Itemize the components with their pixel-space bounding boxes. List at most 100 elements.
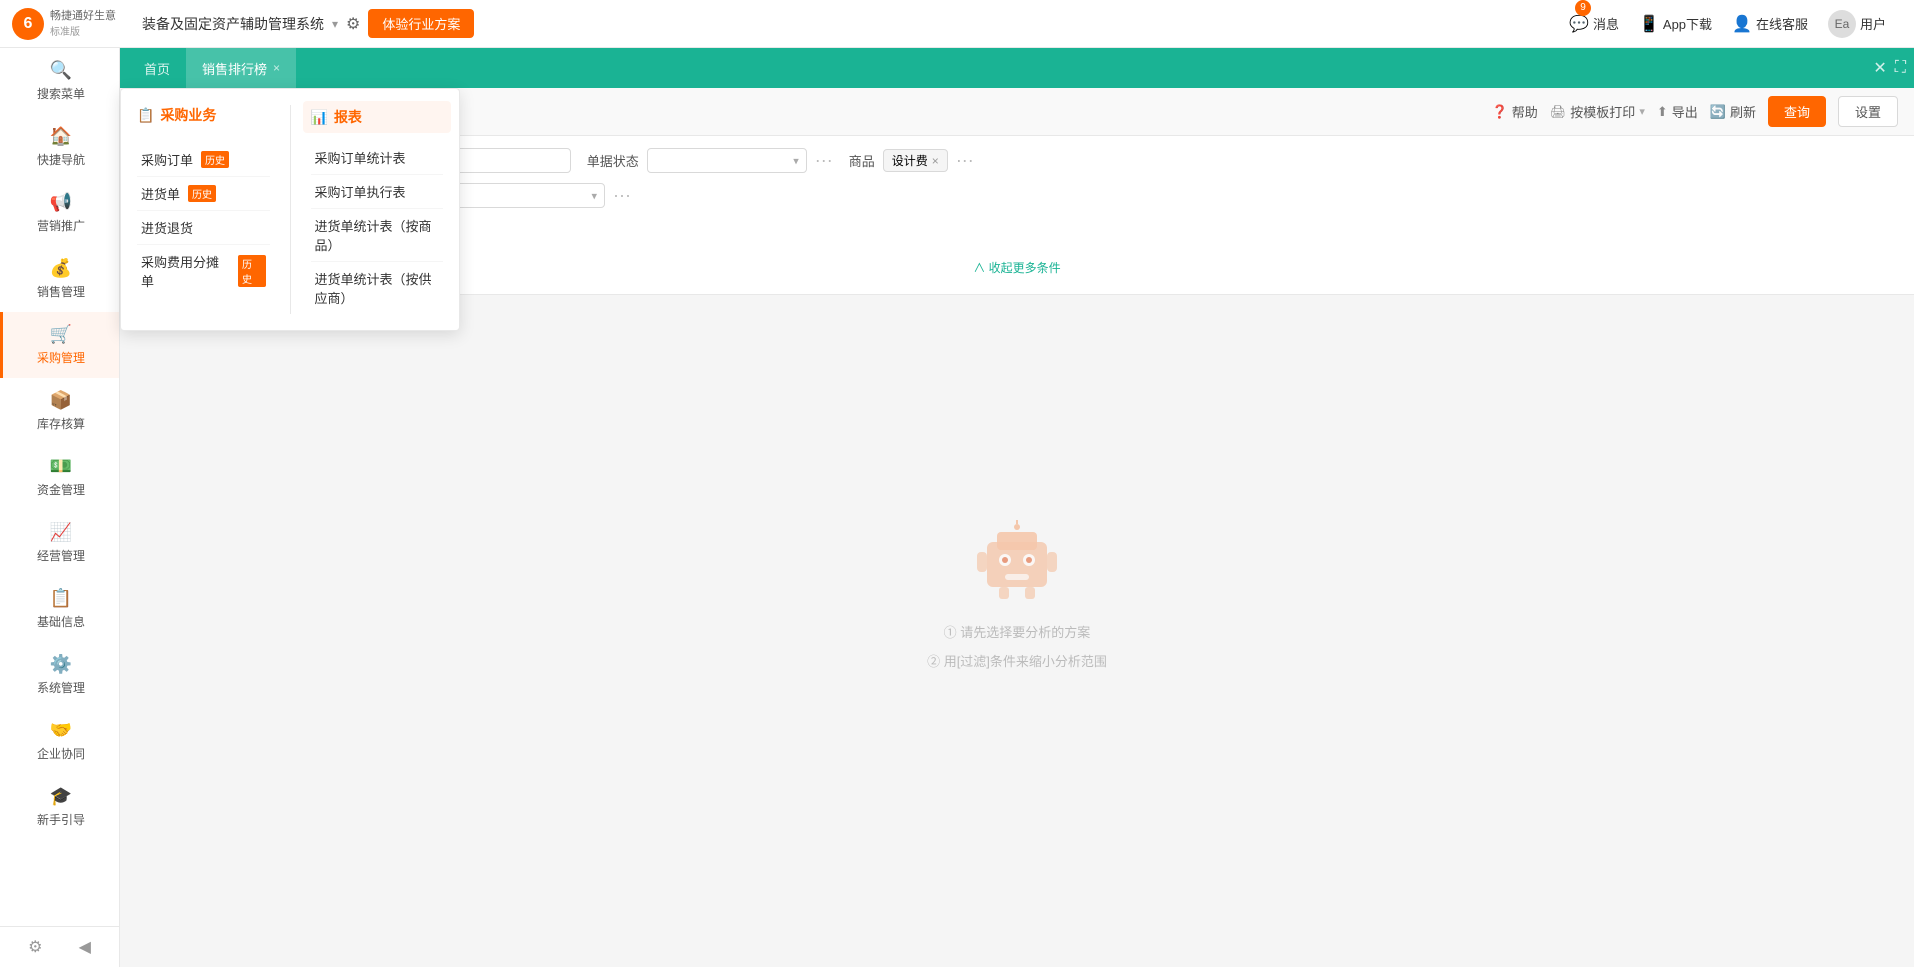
help-btn[interactable]: ❓ 帮助 [1492,102,1538,121]
status-select[interactable] [647,148,807,173]
goods-tag: 设计费 × [883,149,948,172]
tab-bar-right: ✕ ⛶ [1873,58,1906,78]
sidebar-item-finance[interactable]: 💵 资金管理 [0,444,119,510]
status-select-wrapper [647,148,807,173]
empty-state: ① 请先选择要分析的方案 ② 用[过滤]条件来缩小分析范围 [120,295,1914,967]
inventory-icon: 📦 [50,390,72,411]
history-badge-po: 历史 [201,151,229,168]
logo-text-block: 畅捷通好生意 标准版 [50,9,116,38]
dropdown-item-po[interactable]: 采购订单 历史 [137,143,270,177]
collapse-sidebar-btn[interactable]: ◀ [79,937,91,957]
print-dropdown-icon[interactable]: ▾ [1639,105,1645,118]
purchase-col-title: 📋 采购业务 [137,105,270,131]
industry-btn[interactable]: 体验行业方案 [368,9,474,38]
refresh-btn[interactable]: 🔄 刷新 [1710,102,1756,121]
status-label: 单据状态 [587,151,639,170]
topbar: 6 畅捷通好生意 标准版 装备及固定资产辅助管理系统 ▾ ⚙ 体验行业方案 💬 … [0,0,1914,48]
purchase-icon: 🛒 [50,324,72,345]
sidebar-item-marketing[interactable]: 📢 营销推广 [0,180,119,246]
sidebar-label-sales: 销售管理 [37,283,85,300]
dropdown-item-po-stat[interactable]: 采购订单统计表 [311,141,444,175]
tab-close-icon[interactable]: × [273,61,280,75]
app-download-action[interactable]: 📱 App下载 [1639,14,1712,34]
sidebar-label-purchase: 采购管理 [37,349,85,366]
service-action[interactable]: 👤 在线客服 [1732,14,1808,34]
sidebar-label-marketing: 营销推广 [37,217,85,234]
message-icon: 💬 [1569,14,1589,34]
filter-status-item: 单据状态 ··· [587,148,833,173]
service-label: 在线客服 [1756,14,1808,33]
tab-home-label: 首页 [144,59,170,78]
user-label: 用户 [1860,14,1886,33]
sidebar-item-system[interactable]: ⚙️ 系统管理 [0,642,119,708]
logo-badge: 标准版 [50,23,116,38]
print-label: 按模板打印 [1570,102,1635,121]
service-icon: 👤 [1732,14,1752,34]
sidebar-item-search[interactable]: 🔍 搜索菜单 [0,48,119,114]
sidebar-label-search: 搜索菜单 [37,85,85,102]
filter-goods-item: 商品 设计费 × ··· [849,149,974,172]
goods-tag-close[interactable]: × [932,154,939,168]
sidebar-item-inventory[interactable]: 📦 库存核算 [0,378,119,444]
sidebar-item-collab[interactable]: 🤝 企业协同 [0,708,119,774]
empty-icon [967,512,1067,612]
message-label: 消息 [1593,14,1619,33]
tab-bar: 首页 销售排行榜 × 📋 采购业务 采购订单 历史 [120,48,1914,88]
sidebar-item-nav[interactable]: 🏠 快捷导航 [0,114,119,180]
dropdown-item-receipt-stat[interactable]: 进货单统计表（按商品） [311,209,444,262]
dropdown-item-po-exec[interactable]: 采购订单执行表 [311,175,444,209]
settings-bottom-btn[interactable]: ⚙ [28,937,42,957]
main-layout: 🔍 搜索菜单 🏠 快捷导航 📢 营销推广 💰 销售管理 🛒 采购管理 📦 库存核… [0,48,1914,967]
goods-tag-text: 设计费 [892,152,928,169]
dropdown-item-cost[interactable]: 采购费用分摊单 历史 [137,245,270,297]
sidebar-label-guide: 新手引导 [37,811,85,828]
export-btn[interactable]: ⬆ 导出 [1657,102,1698,121]
empty-tip1: ① 请先选择要分析的方案 [944,622,1091,641]
help-label: 帮助 [1512,102,1538,121]
purchase-col: 📋 采购业务 采购订单 历史 进货单 历史 进货退货 [137,105,270,314]
sidebar-item-operation[interactable]: 📈 经营管理 [0,510,119,576]
print-btn[interactable]: 🖨 按模板打印 ▾ [1550,102,1645,121]
tab-home[interactable]: 首页 [128,48,186,88]
dropdown-item-cost-label: 采购费用分摊单 [141,252,230,290]
tip1-bullet: ① [944,625,961,640]
message-action[interactable]: 💬 消息 9 [1569,14,1619,34]
marketing-icon: 📢 [50,192,72,213]
setting-btn[interactable]: 设置 [1838,96,1898,127]
user-avatar: Ea [1828,10,1856,38]
sidebar-item-purchase[interactable]: 🛒 采购管理 [0,312,119,378]
export-icon: ⬆ [1657,104,1668,120]
tab-sales-rank[interactable]: 销售排行榜 × [186,48,296,88]
goods-more-dots[interactable]: ··· [956,150,974,171]
system-icon: ⚙️ [50,654,72,675]
export-label: 导出 [1672,102,1698,121]
dropdown-item-receipt[interactable]: 进货单 历史 [137,177,270,211]
content-area: 首页 销售排行榜 × 📋 采购业务 采购订单 历史 [120,48,1914,967]
collab-icon: 🤝 [50,720,72,741]
logo-area: 6 畅捷通好生意 标准版 [12,8,132,40]
sidebar-label-operation: 经营管理 [37,547,85,564]
sidebar-item-guide[interactable]: 🎓 新手引导 [0,774,119,840]
dropdown-item-po-stat-label: 采购订单统计表 [315,148,406,167]
tab-maximize-btn[interactable]: ⛶ [1895,59,1906,77]
dropdown-item-receipt-supplier[interactable]: 进货单统计表（按供应商） [311,262,444,314]
reports-col-label: 报表 [334,107,362,127]
tab-close-window-btn[interactable]: ✕ [1873,58,1886,78]
user-action[interactable]: Ea 用户 [1828,10,1886,38]
system-dropdown-arrow[interactable]: ▾ [332,17,338,31]
sidebar-item-base[interactable]: 📋 基础信息 [0,576,119,642]
help-icon: ❓ [1492,104,1508,120]
purchase-col-icon: 📋 [137,107,154,124]
status-more-dots[interactable]: ··· [815,150,833,171]
salesman-select[interactable] [445,183,605,208]
logo-app-name: 畅捷通好生意 [50,9,116,23]
salesman-more-dots[interactable]: ··· [613,185,631,206]
dropdown-item-return[interactable]: 进货退货 [137,211,270,245]
sidebar-label-finance: 资金管理 [37,481,85,498]
dropdown-item-receipt-supplier-label: 进货单统计表（按供应商） [315,269,440,307]
sidebar-item-sales[interactable]: 💰 销售管理 [0,246,119,312]
system-area: 装备及固定资产辅助管理系统 ▾ ⚙ 体验行业方案 [132,9,1569,38]
tab-sales-rank-label: 销售排行榜 [202,59,267,78]
query-btn[interactable]: 查询 [1768,96,1826,127]
system-gear-icon[interactable]: ⚙ [346,14,360,34]
